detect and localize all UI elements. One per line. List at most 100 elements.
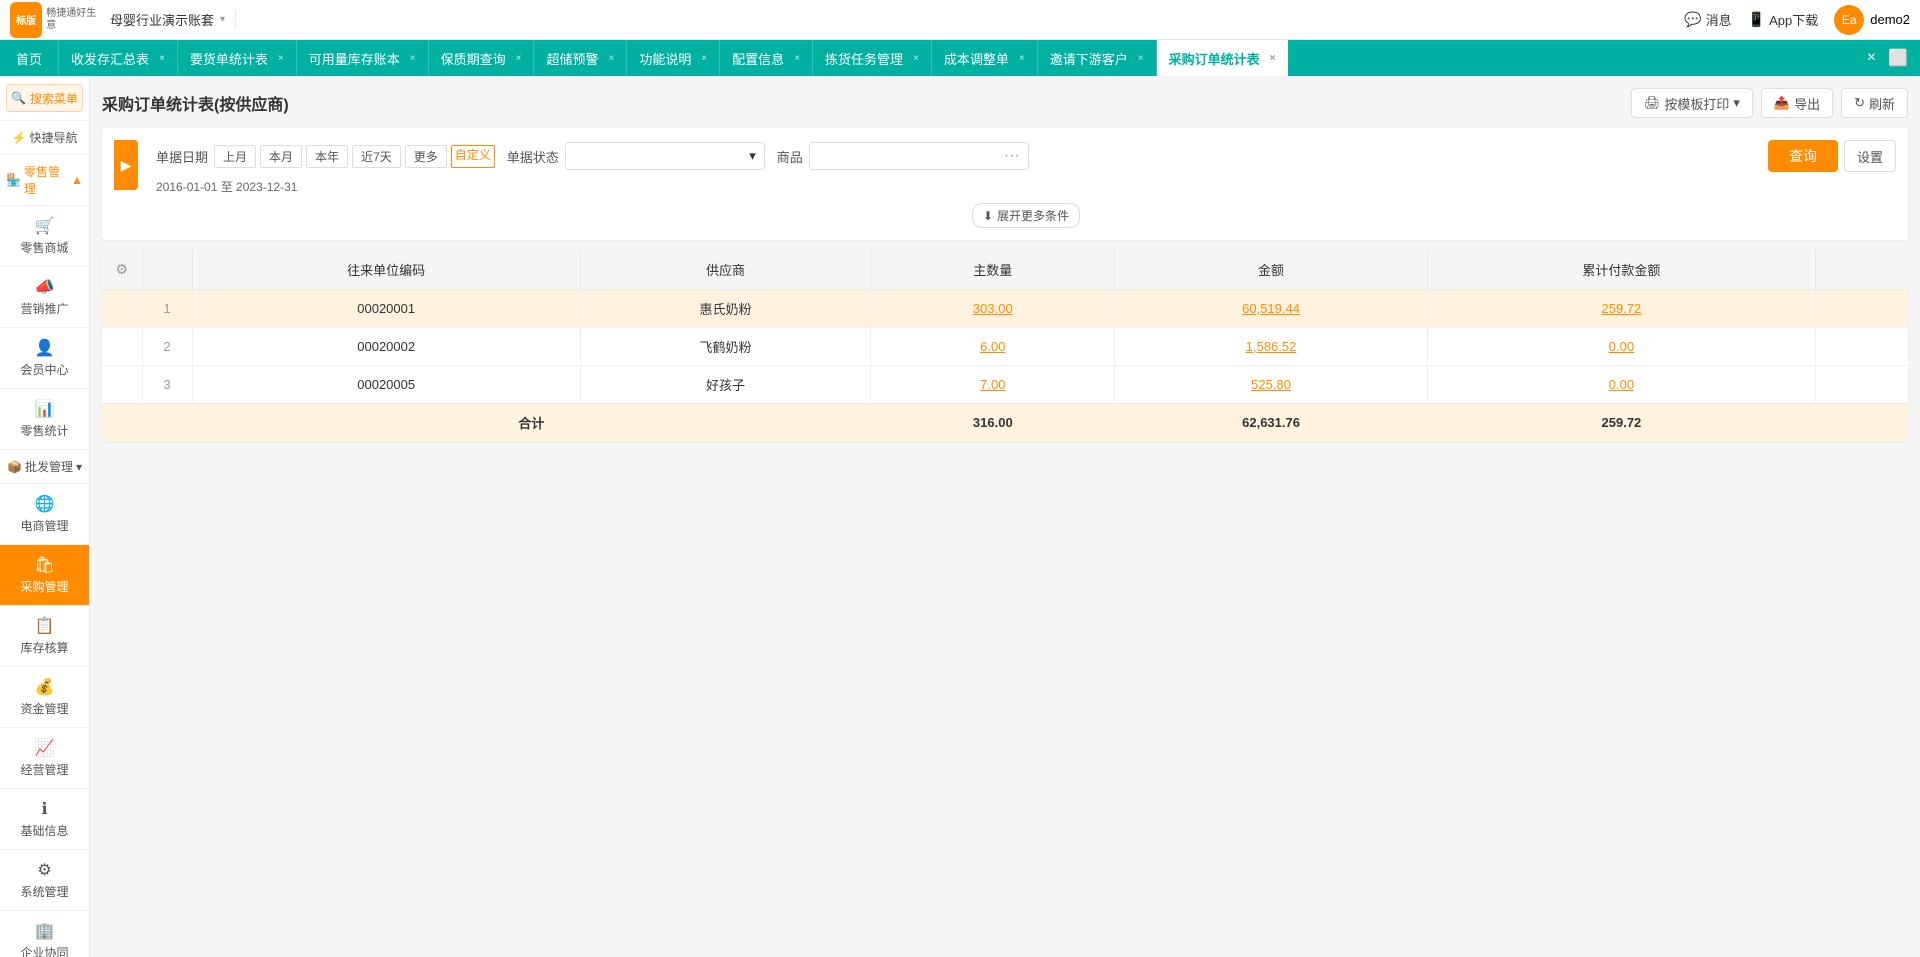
- sidebar-item-basic-info[interactable]: ℹ 基础信息: [0, 789, 89, 850]
- sidebar-item-marketing[interactable]: 📣 营销推广: [0, 267, 89, 328]
- cell-paid[interactable]: 0.00: [1427, 366, 1815, 404]
- page-header: 采购订单统计表(按供应商) 🖨 按模板打印 ▾ 📤 导出 ↻ 刷新: [102, 88, 1908, 118]
- date-custom-label[interactable]: 自定义: [451, 145, 495, 168]
- cell-paid[interactable]: 0.00: [1427, 328, 1815, 366]
- sidebar-search-area: 🔍 搜索菜单: [0, 76, 89, 121]
- date-this-month-button[interactable]: 本月: [260, 145, 302, 168]
- sidebar-item-retail-mall[interactable]: 🛒 零售商城: [0, 206, 89, 267]
- export-button[interactable]: 📤 导出: [1761, 88, 1833, 118]
- user-avatar-area[interactable]: Ea demo2: [1834, 5, 1910, 35]
- tab-home[interactable]: 首页: [0, 40, 59, 76]
- workspace-selector[interactable]: 母婴行业演示账套 ▾: [100, 10, 236, 29]
- tab-close-icon[interactable]: ×: [1138, 53, 1144, 64]
- col-settings: ⚙: [102, 250, 142, 290]
- top-bar: 标版 畅捷通好生意 母婴行业演示账套 ▾ 💬 消息 📱 App下载 Ea dem…: [0, 0, 1920, 40]
- tab-yaohuo[interactable]: 要货单统计表 ×: [178, 40, 297, 76]
- sidebar-item-retail-mgmt[interactable]: 🏪 零售管理 ▲: [0, 155, 89, 206]
- workspace-arrow: ▾: [220, 14, 225, 25]
- status-filter-group: 单据状态 ▾: [507, 142, 765, 170]
- tab-close-icon[interactable]: ×: [278, 53, 284, 64]
- tab-shoufajihui[interactable]: 收发存汇总表 ×: [59, 40, 178, 76]
- print-button[interactable]: 🖨 按模板打印 ▾: [1631, 88, 1753, 118]
- sidebar-item-ecommerce[interactable]: 🌐 电商管理: [0, 484, 89, 545]
- sidebar-item-enterprise[interactable]: 🏢 企业协同: [0, 911, 89, 957]
- col-qty: 主数量: [871, 250, 1115, 290]
- cell-qty[interactable]: 7.00: [871, 366, 1115, 404]
- tab-baozhi[interactable]: 保质期查询 ×: [429, 40, 535, 76]
- sidebar-item-system[interactable]: ⚙ 系统管理: [0, 850, 89, 911]
- date-this-year-button[interactable]: 本年: [306, 145, 348, 168]
- top-bar-right: 💬 消息 📱 App下载 Ea demo2: [1684, 5, 1910, 35]
- sidebar-item-ops[interactable]: 📈 经营管理: [0, 728, 89, 789]
- cell-supplier: 飞鹤奶粉: [580, 328, 870, 366]
- footer-label: 合计: [192, 404, 871, 442]
- tab-gongneng[interactable]: 功能说明 ×: [627, 40, 720, 76]
- page-title: 采购订单统计表(按供应商): [102, 91, 289, 115]
- sidebar-item-member[interactable]: 👤 会员中心: [0, 328, 89, 389]
- restore-window-button[interactable]: ⬜: [1884, 46, 1912, 70]
- tab-close-icon[interactable]: ×: [516, 53, 522, 64]
- cell-amount[interactable]: 525.80: [1115, 366, 1427, 404]
- tab-yaoqing[interactable]: 邀请下游客户 ×: [1038, 40, 1157, 76]
- tab-caigoutongji[interactable]: 采购订单统计表 ×: [1157, 40, 1289, 76]
- date-last-month-button[interactable]: 上月: [214, 145, 256, 168]
- tab-close-icon[interactable]: ×: [410, 53, 416, 64]
- tab-chaochuyujing[interactable]: 超储预警 ×: [534, 40, 627, 76]
- date-7days-button[interactable]: 近7天: [352, 145, 401, 168]
- tab-close-icon[interactable]: ×: [608, 53, 614, 64]
- tab-close-icon[interactable]: ×: [701, 53, 707, 64]
- column-settings-icon[interactable]: ⚙: [115, 261, 128, 277]
- message-button[interactable]: 💬 消息: [1684, 10, 1731, 29]
- sidebar-item-inventory[interactable]: 📋 库存核算: [0, 606, 89, 667]
- nav-tabs-bar: 首页 收发存汇总表 × 要货单统计表 × 可用量库存账本 × 保质期查询 × 超…: [0, 40, 1920, 76]
- sidebar-item-finance[interactable]: 💰 资金管理: [0, 667, 89, 728]
- refresh-button[interactable]: ↻ 刷新: [1841, 88, 1908, 118]
- cell-seq: 2: [142, 328, 192, 366]
- sidebar-item-retail-stats[interactable]: 📊 零售统计: [0, 389, 89, 450]
- tab-chenben[interactable]: 成本调整单 ×: [932, 40, 1038, 76]
- sidebar-item-wholesale[interactable]: 📦 批发管理 ▾: [0, 450, 89, 484]
- cell-qty[interactable]: 303.00: [871, 290, 1115, 328]
- cell-qty[interactable]: 6.00: [871, 328, 1115, 366]
- export-icon: 📤: [1774, 95, 1790, 111]
- marketing-icon: 📣: [35, 277, 55, 297]
- tab-close-icon[interactable]: ×: [1019, 53, 1025, 64]
- retail-mgmt-icon: 🏪: [6, 173, 21, 187]
- tab-close-icon[interactable]: ×: [1270, 53, 1276, 64]
- goods-input[interactable]: ···: [809, 142, 1029, 170]
- cell-amount[interactable]: 1,586.52: [1115, 328, 1427, 366]
- date-more-button[interactable]: 更多: [405, 145, 447, 168]
- tab-close-icon[interactable]: ×: [794, 53, 800, 64]
- status-label: 单据状态: [507, 147, 559, 166]
- sidebar-item-quick-nav[interactable]: ⚡ 快捷导航: [0, 121, 89, 155]
- cell-paid[interactable]: 259.72: [1427, 290, 1815, 328]
- sidebar-item-purchase[interactable]: 🛍 采购管理: [0, 545, 89, 606]
- col-supplier: 供应商: [580, 250, 870, 290]
- app-download-button[interactable]: 📱 App下载: [1748, 10, 1819, 29]
- expand-more-button[interactable]: ⬇ 展开更多条件: [972, 203, 1080, 228]
- cell-settings: [102, 290, 142, 328]
- close-window-button[interactable]: ×: [1863, 47, 1880, 69]
- quick-nav-label: 快捷导航: [29, 129, 77, 146]
- status-select[interactable]: ▾: [565, 142, 765, 170]
- cell-code: 00020001: [192, 290, 580, 328]
- query-button[interactable]: 查询: [1768, 140, 1838, 172]
- cell-settings: [102, 328, 142, 366]
- settings-button[interactable]: 设置: [1844, 140, 1896, 172]
- date-range-row: 2016-01-01 至 2023-12-31: [156, 178, 1896, 195]
- section-toggle[interactable]: ▶: [114, 140, 138, 190]
- cell-code: 00020005: [192, 366, 580, 404]
- ecommerce-icon: 🌐: [35, 494, 55, 514]
- footer-qty: 316.00: [871, 404, 1115, 442]
- search-menu-button[interactable]: 🔍 搜索菜单: [6, 84, 83, 112]
- tab-peizhi[interactable]: 配置信息 ×: [720, 40, 813, 76]
- cell-amount[interactable]: 60,519.44: [1115, 290, 1427, 328]
- tab-keyong[interactable]: 可用量库存账本 ×: [297, 40, 429, 76]
- tab-close-icon[interactable]: ×: [913, 53, 919, 64]
- tab-paihuorenwu[interactable]: 拣货任务管理 ×: [813, 40, 932, 76]
- basic-info-icon: ℹ: [41, 799, 47, 819]
- tab-close-icon[interactable]: ×: [159, 53, 165, 64]
- inventory-icon: 📋: [35, 616, 55, 636]
- table-wrapper: ⚙ 往来单位编码 供应商 主数量 金额 累计付款金额: [102, 250, 1908, 441]
- goods-more-icon[interactable]: ···: [1004, 147, 1020, 165]
